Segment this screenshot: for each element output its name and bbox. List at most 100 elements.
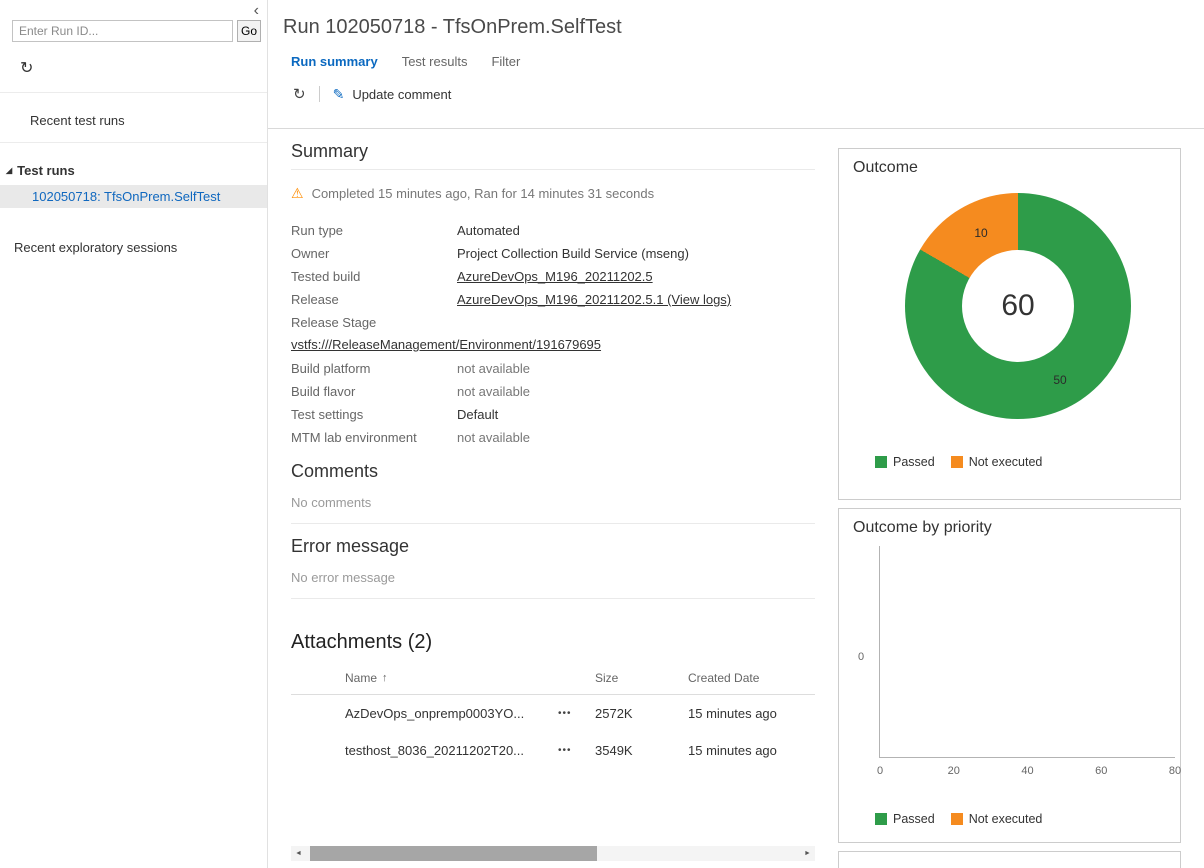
field-value: not available xyxy=(457,361,530,376)
release-stage-link[interactable]: vstfs:///ReleaseManagement/Environment/1… xyxy=(291,337,601,352)
scroll-right-icon[interactable]: ► xyxy=(800,846,815,861)
header: Run 102050718 - TfsOnPrem.SelfTest Run s… xyxy=(268,0,1204,129)
legend-item-not-executed: Not executed xyxy=(950,812,1043,826)
tree-node-label: Test runs xyxy=(17,163,75,178)
legend-item-passed: Passed xyxy=(875,455,935,469)
refresh-icon[interactable]: ↻ xyxy=(293,85,306,103)
attachment-name[interactable]: AzDevOps_onpremp0003YO... xyxy=(345,706,558,721)
attachment-created-date: 15 minutes ago xyxy=(688,743,777,758)
summary-fields: Run type Automated Owner Project Collect… xyxy=(291,219,815,449)
column-header-created-date[interactable]: Created Date xyxy=(688,671,815,685)
legend-label: Passed xyxy=(893,455,935,469)
field-value: Project Collection Build Service (mseng) xyxy=(457,246,689,261)
tree-node-test-runs[interactable]: ◢ Test runs xyxy=(6,163,267,178)
outcome-legend: Passed Not executed xyxy=(875,455,1042,469)
field-label: Run type xyxy=(291,223,344,238)
horizontal-scrollbar[interactable]: ◄ ► xyxy=(291,846,815,861)
field-label: Test settings xyxy=(291,407,364,422)
go-button[interactable]: Go xyxy=(236,20,261,42)
not-executed-swatch-icon xyxy=(950,456,963,468)
column-header-name-label: Name xyxy=(345,671,378,685)
priority-chart-title: Outcome by priority xyxy=(853,519,992,536)
tree-expanded-icon[interactable]: ◢ xyxy=(6,166,12,175)
tab-test-results[interactable]: Test results xyxy=(402,54,468,69)
donut-segment-label-not-executed: 10 xyxy=(974,226,988,240)
attachment-created-date: 15 minutes ago xyxy=(688,706,777,721)
field-label: Release Stage xyxy=(291,315,377,330)
field-mtm-lab-environment: MTM lab environment not available xyxy=(291,426,815,449)
legend-label: Passed xyxy=(893,812,935,826)
legend-label: Not executed xyxy=(968,455,1043,469)
column-header-name[interactable]: Name ↑ xyxy=(345,671,595,685)
x-axis-tick-label: 60 xyxy=(1095,765,1108,777)
field-build-platform: Build platform not available xyxy=(291,357,815,380)
outcome-chart-title: Outcome xyxy=(853,159,918,176)
donut-total-label: 60 xyxy=(1001,289,1035,322)
donut-segment-label-passed: 50 xyxy=(1053,373,1067,387)
toolbar-divider xyxy=(318,86,320,102)
run-id-search: Go xyxy=(12,20,261,42)
warning-icon: ⚠ xyxy=(291,185,304,201)
field-tested-build: Tested build AzureDevOps_M196_20211202.5 xyxy=(291,265,815,288)
not-executed-swatch-icon xyxy=(950,813,963,825)
page-title: Run 102050718 - TfsOnPrem.SelfTest xyxy=(283,16,622,38)
run-summary-panel: Summary ⚠ Completed 15 minutes ago, Ran … xyxy=(283,129,815,868)
divider xyxy=(0,142,267,143)
tab-run-summary[interactable]: Run summary xyxy=(291,54,378,69)
attachments-heading: Attachments (2) xyxy=(291,631,433,653)
scroll-left-icon[interactable]: ◄ xyxy=(291,846,306,861)
outcome-by-priority-card: Outcome by priority 0 0 20 40 60 80 Pass… xyxy=(838,508,1181,843)
tab-bar: Run summary Test results Filter xyxy=(291,54,1204,69)
legend-item-passed: Passed xyxy=(875,812,935,826)
comments-empty-text: No comments xyxy=(291,495,372,510)
more-options-icon[interactable]: ••• xyxy=(558,708,595,719)
attachment-row[interactable]: AzDevOps_onpremp0003YO... ••• 2572K 15 m… xyxy=(291,695,815,732)
run-id-input[interactable] xyxy=(12,20,233,42)
passed-swatch-icon xyxy=(875,813,887,825)
divider xyxy=(291,523,815,524)
attachment-size: 3549K xyxy=(595,743,633,758)
priority-bar-plot: 0 0 20 40 60 80 xyxy=(858,546,1181,777)
sidebar: ‹ Go ↻ Recent test runs ◢ Test runs 1020… xyxy=(0,0,268,868)
legend-label: Not executed xyxy=(968,812,1043,826)
divider xyxy=(291,598,815,599)
field-label: Release xyxy=(291,292,339,307)
field-release: Release AzureDevOps_M196_20211202.5.1 (V… xyxy=(291,288,815,311)
sidebar-refresh-icon[interactable]: ↻ xyxy=(20,58,40,78)
scrollbar-thumb[interactable] xyxy=(310,846,597,861)
charts-column: Outcome 10 50 60 Passed Not executed Out… xyxy=(838,148,1181,868)
error-message-empty-text: No error message xyxy=(291,570,396,585)
scrollbar-track[interactable] xyxy=(306,846,800,861)
tested-build-link[interactable]: AzureDevOps_M196_20211202.5 xyxy=(457,265,653,288)
field-release-stage: Release Stage xyxy=(291,311,815,334)
legend-item-not-executed: Not executed xyxy=(950,455,1043,469)
field-test-settings: Test settings Default xyxy=(291,403,815,426)
update-comment-button[interactable]: Update comment xyxy=(352,87,451,102)
attachments-table-header: Name ↑ Size Created Date xyxy=(291,671,815,695)
divider xyxy=(291,169,815,170)
field-build-flavor: Build flavor not available xyxy=(291,380,815,403)
toolbar: ↻ ✎ Update comment xyxy=(293,85,1204,104)
sidebar-item-recent-test-runs[interactable]: Recent test runs xyxy=(30,113,267,128)
column-header-size[interactable]: Size xyxy=(595,671,688,685)
field-value: Automated xyxy=(457,223,520,238)
more-options-icon[interactable]: ••• xyxy=(558,745,595,756)
tab-filter[interactable]: Filter xyxy=(491,54,520,69)
field-label: Tested build xyxy=(291,269,361,284)
x-axis-tick-label: 40 xyxy=(1021,765,1034,777)
field-label: Build flavor xyxy=(291,384,356,399)
outcome-donut: 10 50 60 xyxy=(905,193,1131,419)
tree-item-selected-run[interactable]: 102050718: TfsOnPrem.SelfTest xyxy=(0,185,267,208)
passed-swatch-icon xyxy=(875,456,887,468)
priority-legend: Passed Not executed xyxy=(875,812,1042,826)
collapse-sidebar-icon[interactable]: ‹ xyxy=(254,2,259,20)
release-link[interactable]: AzureDevOps_M196_20211202.5.1 (View logs… xyxy=(457,288,731,311)
field-label: MTM lab environment xyxy=(291,430,417,445)
attachment-row[interactable]: testhost_8036_20211202T20... ••• 3549K 1… xyxy=(291,732,815,769)
edit-pencil-icon: ✎ xyxy=(332,85,345,102)
field-value: Default xyxy=(457,407,499,422)
error-message-heading: Error message xyxy=(291,536,410,556)
field-label: Build platform xyxy=(291,361,371,376)
attachment-name[interactable]: testhost_8036_20211202T20... xyxy=(345,743,558,758)
sidebar-item-recent-exploratory-sessions[interactable]: Recent exploratory sessions xyxy=(14,240,267,255)
